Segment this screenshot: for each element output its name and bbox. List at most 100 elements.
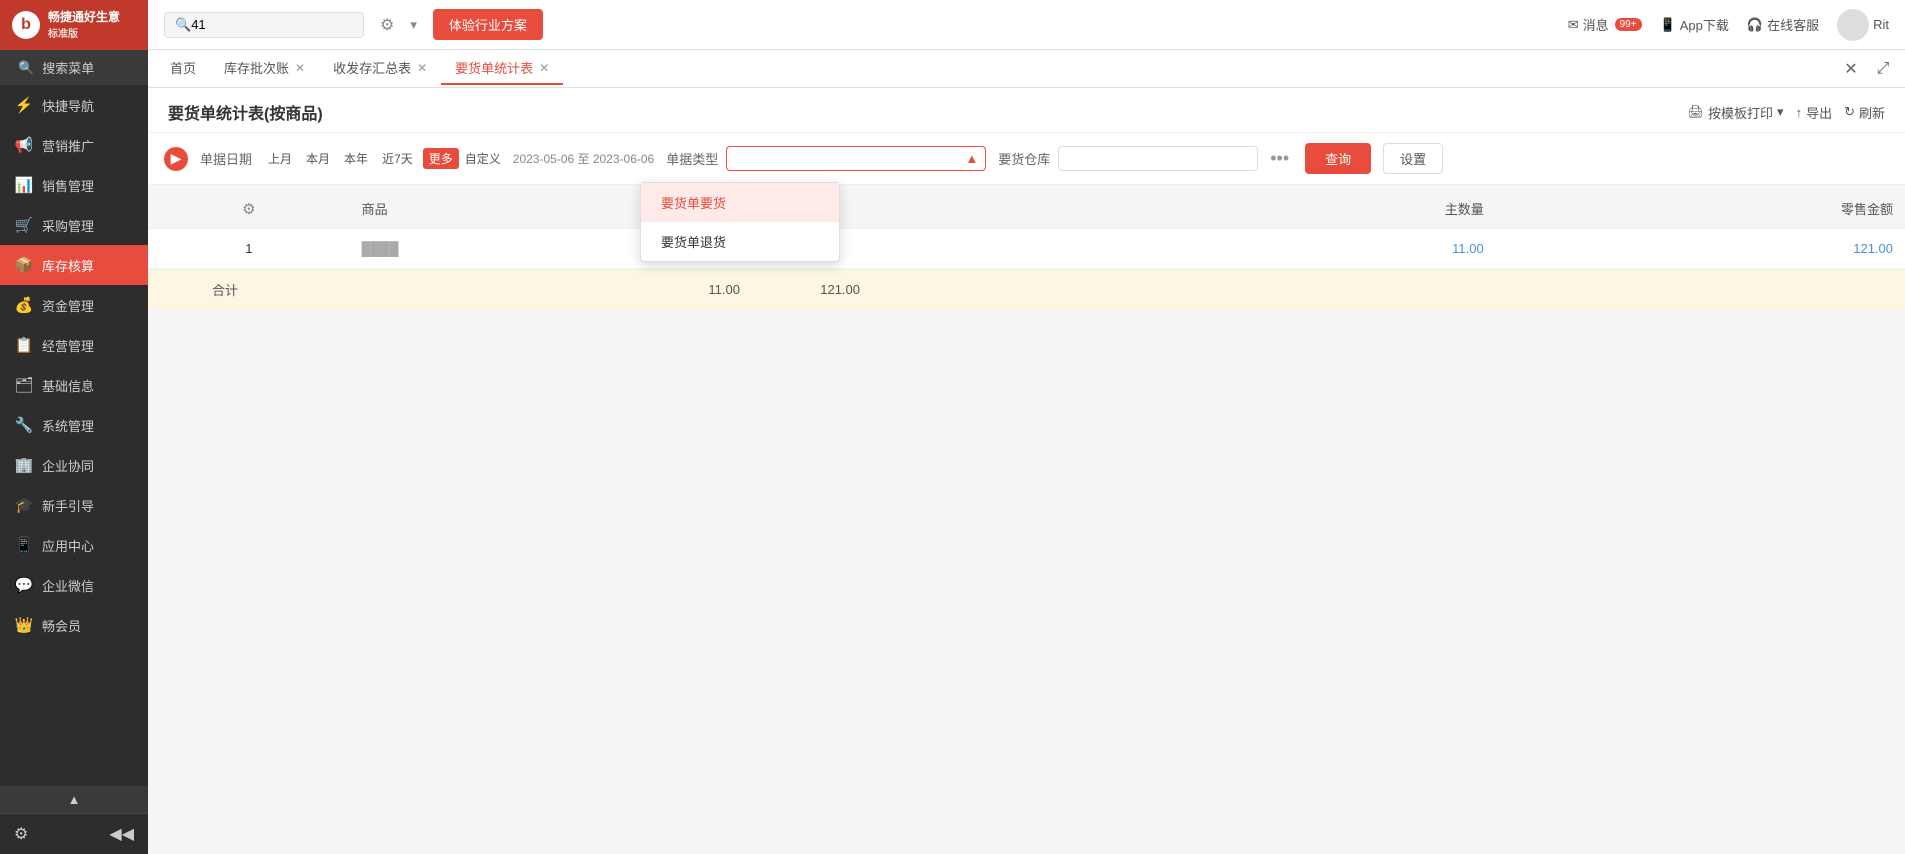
page-title: 要货单统计表(按商品) — [168, 100, 323, 124]
header-search-input[interactable] — [191, 17, 331, 32]
type-filter-label: 单据类型 — [666, 149, 718, 168]
table-row: 1 ████ 块 11.00 121.00 — [148, 229, 1905, 269]
print-template-btn[interactable]: 🖨 按模板打印 ▾ — [1688, 103, 1784, 122]
sidebar-item-sales[interactable]: 📊 销售管理 — [0, 165, 148, 205]
brand-version: 标准版 — [48, 25, 120, 40]
sidebar-item-inventory[interactable]: 📦 库存核算 — [0, 245, 148, 285]
warehouse-filter-input[interactable] — [1058, 146, 1258, 171]
wechat-icon: 💬 — [14, 575, 34, 595]
inventory-icon: 📦 — [14, 255, 34, 275]
warehouse-filter-label: 要货仓库 — [998, 149, 1050, 168]
tab-inventory-batch-close[interactable]: ✕ — [295, 61, 305, 75]
amount-link[interactable]: 121.00 — [1853, 241, 1893, 256]
sidebar-item-label: 营销推广 — [42, 136, 94, 155]
sidebar-item-quick-nav[interactable]: ⚡ 快捷导航 — [0, 85, 148, 125]
date-this-month[interactable]: 本月 — [302, 148, 334, 169]
th-settings[interactable]: ⚙ — [148, 189, 350, 229]
header-right: ✉ 消息 99+ 📱 App下载 🎧 在线客服 Rit — [1568, 9, 1889, 41]
trial-btn[interactable]: 体验行业方案 — [433, 9, 543, 40]
sidebar-search-item[interactable]: 🔍 搜索菜单 — [0, 50, 148, 85]
td-amount[interactable]: 121.00 — [1496, 229, 1905, 269]
member-icon: 👑 — [14, 615, 34, 635]
header-settings-icon[interactable]: ⚙ — [380, 15, 394, 35]
app-download-btn[interactable]: 📱 App下载 — [1660, 15, 1729, 34]
user-name: Rit — [1873, 17, 1889, 32]
online-service-btn[interactable]: 🎧 在线客服 — [1747, 15, 1819, 34]
sidebar-item-label: 新手引导 — [42, 496, 94, 515]
sidebar-item-finance[interactable]: 💰 资金管理 — [0, 285, 148, 325]
quantity-link[interactable]: 11.00 — [1452, 241, 1484, 256]
query-btn[interactable]: 查询 — [1305, 143, 1371, 174]
tab-inventory-batch[interactable]: 库存批次账 ✕ — [210, 52, 319, 85]
enterprise-icon: 🏢 — [14, 455, 34, 475]
sidebar-item-label: 库存核算 — [42, 256, 94, 275]
sidebar-item-system[interactable]: 🔧 系统管理 — [0, 405, 148, 445]
th-quantity: 主数量 — [1156, 189, 1495, 229]
sidebar-item-label: 销售管理 — [42, 176, 94, 195]
app-center-icon: 📱 — [14, 535, 34, 555]
footer-unit-space — [520, 282, 620, 297]
date-this-year[interactable]: 本年 — [340, 148, 372, 169]
brand-name: 畅捷通好生意 — [48, 10, 120, 26]
td-seq: 1 — [148, 229, 350, 269]
date-last-month[interactable]: 上月 — [264, 148, 296, 169]
td-quantity[interactable]: 11.00 — [1156, 229, 1495, 269]
app-download-label: App下载 — [1680, 15, 1729, 34]
tab-order-stats-label: 要货单统计表 — [455, 58, 533, 77]
print-template-label: 按模板打印 — [1708, 103, 1773, 122]
sidebar-item-guide[interactable]: 🎓 新手引导 — [0, 485, 148, 525]
header-left: 🔍 ⚙ ▾ 体验行业方案 — [164, 9, 543, 40]
sidebar-scroll-up[interactable]: ▲ — [0, 786, 148, 813]
export-btn[interactable]: ↑ 导出 — [1796, 103, 1833, 122]
warehouse-filter-section: 要货仓库 ••• — [998, 146, 1293, 171]
sidebar-item-marketing[interactable]: 📢 营销推广 — [0, 125, 148, 165]
header-search-box[interactable]: 🔍 — [164, 12, 364, 38]
tab-expand-btn[interactable]: ⤢ — [1869, 55, 1897, 83]
dropdown-item-order-purchase[interactable]: 要货单要货 — [641, 183, 839, 222]
filter-expand-btn[interactable]: ▶ — [164, 147, 188, 171]
filter-more-icon[interactable]: ••• — [1266, 148, 1293, 169]
tab-home[interactable]: 首页 — [156, 52, 210, 85]
sidebar-item-label: 快捷导航 — [42, 96, 94, 115]
th-amount: 零售金额 — [1496, 189, 1905, 229]
purchase-icon: 🛒 — [14, 215, 34, 235]
tab-close-all-btn[interactable]: ✕ — [1837, 55, 1865, 83]
dropdown-item-order-return[interactable]: 要货单退货 — [641, 222, 839, 261]
user-area[interactable]: Rit — [1837, 9, 1889, 41]
sidebar-item-member[interactable]: 👑 畅会员 — [0, 605, 148, 645]
footer-spacer: 11.00 121.00 — [320, 282, 1893, 297]
settings-btn[interactable]: 设置 — [1383, 143, 1443, 174]
base-info-icon: 🗂 — [14, 375, 34, 395]
footer-quantity-total: 11.00 — [620, 282, 740, 297]
message-btn[interactable]: ✉ 消息 99+ — [1568, 15, 1642, 34]
header-chevron-icon[interactable]: ▾ — [410, 17, 417, 33]
sidebar-logo: b 畅捷通好生意 标准版 — [0, 0, 148, 50]
sidebar-item-app-center[interactable]: 📱 应用中心 — [0, 525, 148, 565]
page-content: 要货单统计表(按商品) 🖨 按模板打印 ▾ ↑ 导出 ↻ 刷新 ▶ — [148, 88, 1905, 854]
type-filter-chevron-icon[interactable]: ▲ — [965, 151, 978, 166]
tab-order-stats[interactable]: 要货单统计表 ✕ — [441, 52, 563, 85]
th-product: 商品 — [350, 189, 678, 229]
refresh-btn[interactable]: ↻ 刷新 — [1844, 103, 1885, 122]
tab-collect-summary[interactable]: 收发存汇总表 ✕ — [319, 52, 441, 85]
settings-icon[interactable]: ⚙ — [14, 824, 28, 844]
date-custom-btn[interactable]: 自定义 — [465, 150, 501, 167]
collapse-icon[interactable]: ◀◀ — [109, 824, 134, 844]
table-footer: 合计 11.00 121.00 — [148, 269, 1905, 309]
tab-collect-summary-close[interactable]: ✕ — [417, 61, 427, 75]
date-range-text: 2023-05-06 至 2023-06-06 — [513, 150, 654, 167]
sidebar-item-purchase[interactable]: 🛒 采购管理 — [0, 205, 148, 245]
sidebar-item-enterprise[interactable]: 🏢 企业协同 — [0, 445, 148, 485]
refresh-icon: ↻ — [1844, 104, 1855, 120]
date-more-btn[interactable]: 更多 — [423, 148, 459, 169]
sidebar-item-base-info[interactable]: 🗂 基础信息 — [0, 365, 148, 405]
type-filter-input[interactable] — [726, 146, 986, 171]
table-settings-icon[interactable]: ⚙ — [242, 201, 255, 218]
sidebar-item-wechat[interactable]: 💬 企业微信 — [0, 565, 148, 605]
tab-order-stats-close[interactable]: ✕ — [539, 61, 549, 75]
export-label: 导出 — [1806, 103, 1832, 122]
date-last-7-days[interactable]: 近7天 — [378, 148, 417, 169]
finance-icon: 💰 — [14, 295, 34, 315]
print-chevron-icon[interactable]: ▾ — [1777, 104, 1784, 120]
sidebar-item-operations[interactable]: 📋 经营管理 — [0, 325, 148, 365]
